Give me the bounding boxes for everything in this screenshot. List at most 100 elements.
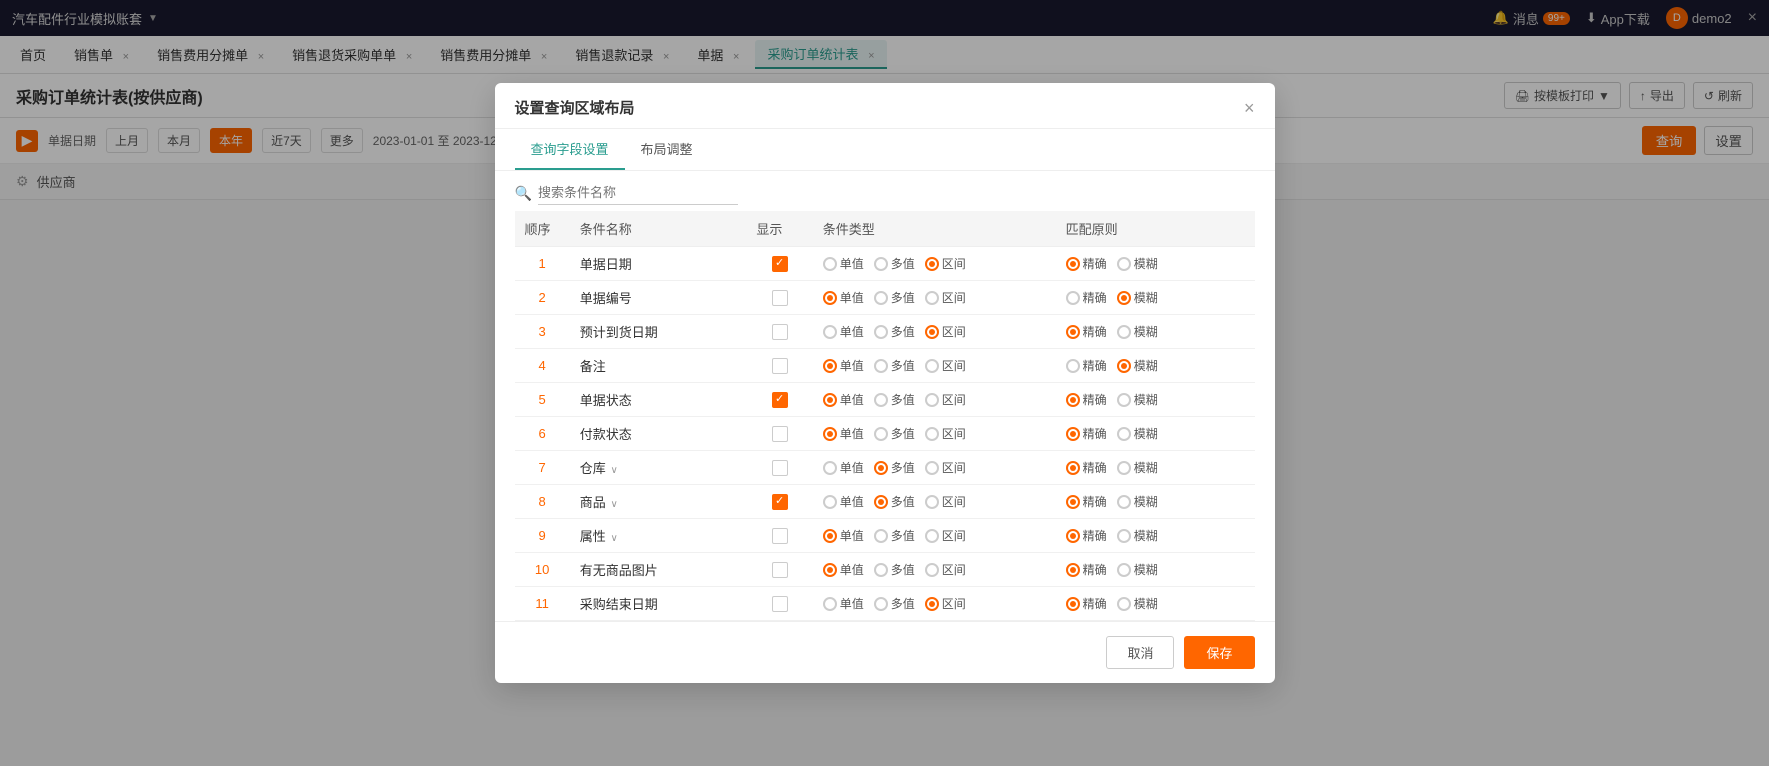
row-name-8: 属性 ∨ xyxy=(570,519,747,553)
row-display-8[interactable] xyxy=(746,519,812,553)
type-radio-区间-6[interactable]: 区间 xyxy=(925,459,966,476)
type-radio-多值-2[interactable]: 多值 xyxy=(874,323,915,340)
type-radio-多值-3[interactable]: 多值 xyxy=(874,357,915,374)
type-radio-区间-5[interactable]: 区间 xyxy=(925,425,966,442)
type-radio-单值-2[interactable]: 单值 xyxy=(823,323,864,340)
display-checkbox-1[interactable] xyxy=(772,290,788,306)
match-radio-模糊-10[interactable]: 模糊 xyxy=(1117,595,1158,612)
type-radio-单值-6[interactable]: 单值 xyxy=(823,459,864,476)
type-radio-区间-3[interactable]: 区间 xyxy=(925,357,966,374)
match-radio-模糊-4[interactable]: 模糊 xyxy=(1117,391,1158,408)
row-dropdown-icon-8[interactable]: ∨ xyxy=(608,533,618,544)
radio-circle-4 xyxy=(874,393,888,407)
display-checkbox-6[interactable] xyxy=(772,460,788,476)
radio-label-4: 单值 xyxy=(840,391,864,408)
display-checkbox-10[interactable] xyxy=(772,596,788,612)
radio-circle-4 xyxy=(823,393,837,407)
match-radio-模糊-9[interactable]: 模糊 xyxy=(1117,561,1158,578)
display-checkbox-5[interactable] xyxy=(772,426,788,442)
type-radio-单值-9[interactable]: 单值 xyxy=(823,561,864,578)
match-radio-精确-10[interactable]: 精确 xyxy=(1066,595,1107,612)
match-radio-模糊-5[interactable]: 模糊 xyxy=(1117,425,1158,442)
type-radio-多值-8[interactable]: 多值 xyxy=(874,527,915,544)
cancel-button[interactable]: 取消 xyxy=(1106,636,1174,669)
row-dropdown-icon-7[interactable]: ∨ xyxy=(608,499,618,510)
row-display-1[interactable] xyxy=(746,281,812,315)
type-radio-区间-8[interactable]: 区间 xyxy=(925,527,966,544)
row-match-4: 精确模糊 xyxy=(1056,383,1255,417)
match-radio-精确-2[interactable]: 精确 xyxy=(1066,323,1107,340)
match-radio-精确-4[interactable]: 精确 xyxy=(1066,391,1107,408)
type-radio-多值-7[interactable]: 多值 xyxy=(874,493,915,510)
match-radio-模糊-8[interactable]: 模糊 xyxy=(1117,527,1158,544)
type-radio-区间-0[interactable]: 区间 xyxy=(925,255,966,272)
match-circle-7 xyxy=(1117,495,1131,509)
row-display-7[interactable] xyxy=(746,485,812,519)
type-radio-单值-4[interactable]: 单值 xyxy=(823,391,864,408)
row-display-5[interactable] xyxy=(746,417,812,451)
match-radio-精确-6[interactable]: 精确 xyxy=(1066,459,1107,476)
match-radio-精确-1[interactable]: 精确 xyxy=(1066,289,1107,306)
match-radio-模糊-0[interactable]: 模糊 xyxy=(1117,255,1158,272)
display-checkbox-0[interactable] xyxy=(772,256,788,272)
type-radio-多值-1[interactable]: 多值 xyxy=(874,289,915,306)
type-radio-单值-8[interactable]: 单值 xyxy=(823,527,864,544)
modal-tab-layout[interactable]: 布局调整 xyxy=(625,129,709,170)
type-radio-单值-0[interactable]: 单值 xyxy=(823,255,864,272)
row-display-10[interactable] xyxy=(746,587,812,621)
type-radio-区间-4[interactable]: 区间 xyxy=(925,391,966,408)
row-dropdown-icon-6[interactable]: ∨ xyxy=(608,465,618,476)
type-radio-区间-10[interactable]: 区间 xyxy=(925,595,966,612)
type-radio-多值-5[interactable]: 多值 xyxy=(874,425,915,442)
type-radio-区间-1[interactable]: 区间 xyxy=(925,289,966,306)
type-radio-多值-6[interactable]: 多值 xyxy=(874,459,915,476)
row-display-6[interactable] xyxy=(746,451,812,485)
match-radio-模糊-1[interactable]: 模糊 xyxy=(1117,289,1158,306)
type-radio-单值-1[interactable]: 单值 xyxy=(823,289,864,306)
display-checkbox-9[interactable] xyxy=(772,562,788,578)
match-radio-模糊-3[interactable]: 模糊 xyxy=(1117,357,1158,374)
row-display-4[interactable] xyxy=(746,383,812,417)
type-radio-多值-9[interactable]: 多值 xyxy=(874,561,915,578)
type-radio-区间-9[interactable]: 区间 xyxy=(925,561,966,578)
match-label-3: 精确 xyxy=(1083,357,1107,374)
match-radio-精确-8[interactable]: 精确 xyxy=(1066,527,1107,544)
match-radio-精确-0[interactable]: 精确 xyxy=(1066,255,1107,272)
display-checkbox-3[interactable] xyxy=(772,358,788,374)
match-radio-精确-5[interactable]: 精确 xyxy=(1066,425,1107,442)
match-radio-模糊-2[interactable]: 模糊 xyxy=(1117,323,1158,340)
modal-tab-query-fields[interactable]: 查询字段设置 xyxy=(515,129,625,170)
type-radio-多值-0[interactable]: 多值 xyxy=(874,255,915,272)
type-radio-区间-2[interactable]: 区间 xyxy=(925,323,966,340)
modal-close-button[interactable]: × xyxy=(1244,99,1255,117)
search-input[interactable] xyxy=(538,181,738,205)
display-checkbox-8[interactable] xyxy=(772,528,788,544)
radio-circle-10 xyxy=(823,597,837,611)
type-radio-多值-10[interactable]: 多值 xyxy=(874,595,915,612)
row-display-0[interactable] xyxy=(746,247,812,281)
row-match-6: 精确模糊 xyxy=(1056,451,1255,485)
row-display-3[interactable] xyxy=(746,349,812,383)
type-radio-区间-7[interactable]: 区间 xyxy=(925,493,966,510)
row-display-9[interactable] xyxy=(746,553,812,587)
display-checkbox-4[interactable] xyxy=(772,392,788,408)
type-radio-多值-4[interactable]: 多值 xyxy=(874,391,915,408)
save-button[interactable]: 保存 xyxy=(1184,636,1254,669)
radio-label-3: 区间 xyxy=(942,357,966,374)
type-radio-单值-5[interactable]: 单值 xyxy=(823,425,864,442)
display-checkbox-2[interactable] xyxy=(772,324,788,340)
match-radio-精确-3[interactable]: 精确 xyxy=(1066,357,1107,374)
type-radio-单值-7[interactable]: 单值 xyxy=(823,493,864,510)
match-radio-模糊-7[interactable]: 模糊 xyxy=(1117,493,1158,510)
match-radio-精确-7[interactable]: 精确 xyxy=(1066,493,1107,510)
display-checkbox-7[interactable] xyxy=(772,494,788,510)
type-radio-单值-10[interactable]: 单值 xyxy=(823,595,864,612)
table-row: 5单据状态单值多值区间精确模糊 xyxy=(515,383,1255,417)
match-radio-精确-9[interactable]: 精确 xyxy=(1066,561,1107,578)
modal-header: 设置查询区域布局 × xyxy=(495,83,1275,129)
match-label-0: 精确 xyxy=(1083,255,1107,272)
radio-circle-1 xyxy=(874,291,888,305)
match-radio-模糊-6[interactable]: 模糊 xyxy=(1117,459,1158,476)
row-display-2[interactable] xyxy=(746,315,812,349)
type-radio-单值-3[interactable]: 单值 xyxy=(823,357,864,374)
